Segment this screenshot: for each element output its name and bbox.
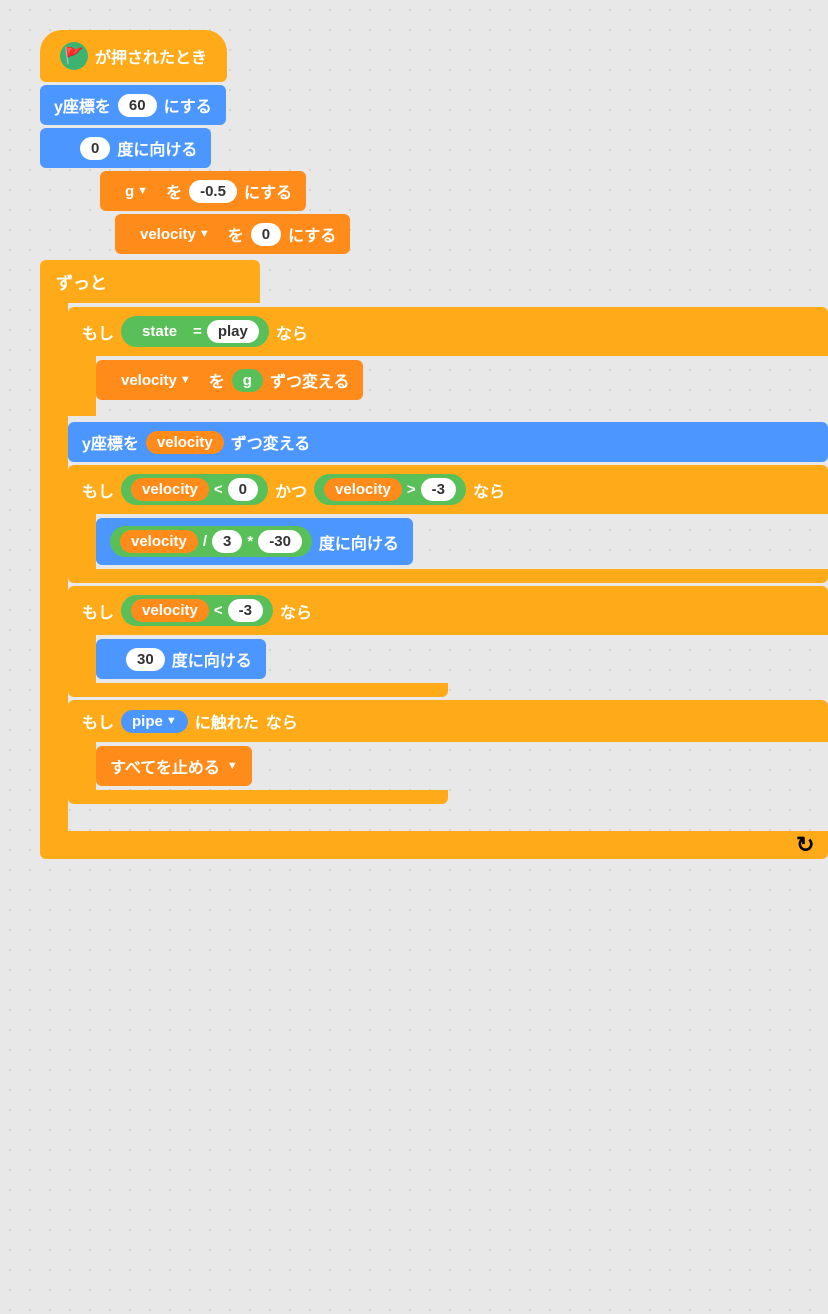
loop-inner: もし state = play なら [68,303,828,831]
dir-suffix: 度に向ける [117,136,197,160]
state-var[interactable]: state [131,320,188,343]
change-y-by-velocity[interactable]: y座標を velocity ずつ変える [68,422,828,462]
loop-label: ずっと [56,269,107,294]
if-pipe-footer [68,790,448,804]
if-vel-lt0-gt-3-top[interactable]: もし velocity < 0 かつ velocity > -3 なら [68,465,828,514]
pipe-var[interactable]: pipe ▼ [121,710,188,733]
dir-30-val[interactable]: 30 [126,648,165,671]
loop-arrow-icon: ↺ [796,832,814,858]
if-pipe-touch-top[interactable]: もし pipe ▼ に触れた なら [68,700,828,742]
play-val[interactable]: play [207,320,259,343]
if-vel-lt0-gt-3: もし velocity < 0 かつ velocity > -3 なら [68,465,828,583]
velocity-var-2[interactable]: velocity ▼ [110,369,202,392]
loop-left-bar [40,303,68,831]
dir-value[interactable]: 0 [80,137,110,160]
velocity-var-5[interactable]: velocity [324,478,402,501]
forever-loop-wrapper: ずっと もし state = play なら [40,260,828,859]
set-dir-formula[interactable]: velocity / 3 * -30 度に向ける [96,518,413,565]
set-y-label: y座標を [54,93,111,117]
velocity-var-7[interactable]: velocity [131,599,209,622]
zero-val[interactable]: 0 [228,478,258,501]
if-vel-footer [68,569,828,583]
y-value[interactable]: 60 [118,94,157,117]
neg3-val[interactable]: -3 [421,478,456,501]
if-vel-lt-3-top[interactable]: もし velocity < -3 なら [68,586,828,635]
velocity-init-val[interactable]: 0 [251,223,281,246]
set-velocity-block[interactable]: velocity ▼ を 0 にする [115,214,350,254]
vel-div-mul-op: velocity / 3 * -30 [110,526,312,557]
if-vel-lt-3-footer [68,683,448,697]
mul-val[interactable]: -30 [258,530,302,553]
if-state-play-top[interactable]: もし state = play なら [68,307,828,356]
if-vel-lt-3-body: 30 度に向ける [68,635,828,683]
g-value[interactable]: -0.5 [189,180,237,203]
if-state-play: もし state = play なら [68,307,828,416]
set-dir-30[interactable]: 30 度に向ける [96,639,266,679]
set-dir-block[interactable]: 0 度に向ける [40,128,211,168]
if-pipe-touch-body: すべてを止める ▼ [68,742,828,790]
loop-body: もし state = play なら [40,303,828,831]
if-vel-lt-3: もし velocity < -3 なら 30 [68,586,828,697]
vel-lt0-op: velocity < 0 [121,474,268,505]
blocks-container: 🚩 が押されたとき y座標を 60 にする 0 度に向ける g ▼ を -0.5… [20,30,808,859]
set-y-suffix: にする [164,93,212,117]
hat-block[interactable]: 🚩 が押されたとき [40,30,227,82]
neg3-val2[interactable]: -3 [228,599,263,622]
forever-loop-bottom: ↺ [40,831,828,859]
g-var[interactable]: g ▼ [114,180,159,203]
if-pipe-touch: もし pipe ▼ に触れた なら すべてを止める [68,700,828,804]
change-velocity-by-g[interactable]: velocity ▼ を g ずつ変える [96,360,363,400]
flag-icon: 🚩 [60,42,88,70]
forever-loop-top[interactable]: ずっと [40,260,260,303]
stop-label: すべてを止める [110,754,220,778]
div-val[interactable]: 3 [212,530,242,553]
if-vel-lt0-gt-3-body: velocity / 3 * -30 度に向ける [68,514,828,569]
set-g-block[interactable]: g ▼ を -0.5 にする [100,171,306,211]
vel-gt-3-op: velocity > -3 [314,474,466,505]
if-state-play-body: velocity ▼ を g ずつ変える [68,356,828,404]
loop-inner-spacer [68,807,828,827]
set-y-block[interactable]: y座標を 60 にする [40,85,226,125]
g-change-val[interactable]: g [232,369,263,392]
velocity-var-3[interactable]: velocity [146,431,224,454]
vel-lt-3-op: velocity < -3 [121,595,273,626]
velocity-var-4[interactable]: velocity [131,478,209,501]
stop-all-block[interactable]: すべてを止める ▼ [96,746,252,786]
hat-label: が押されたとき [95,44,207,68]
velocity-var-1[interactable]: velocity ▼ [129,223,221,246]
state-eq-play-op: state = play [121,316,269,347]
velocity-var-6[interactable]: velocity [120,530,198,553]
if-state-play-footer [68,404,96,416]
